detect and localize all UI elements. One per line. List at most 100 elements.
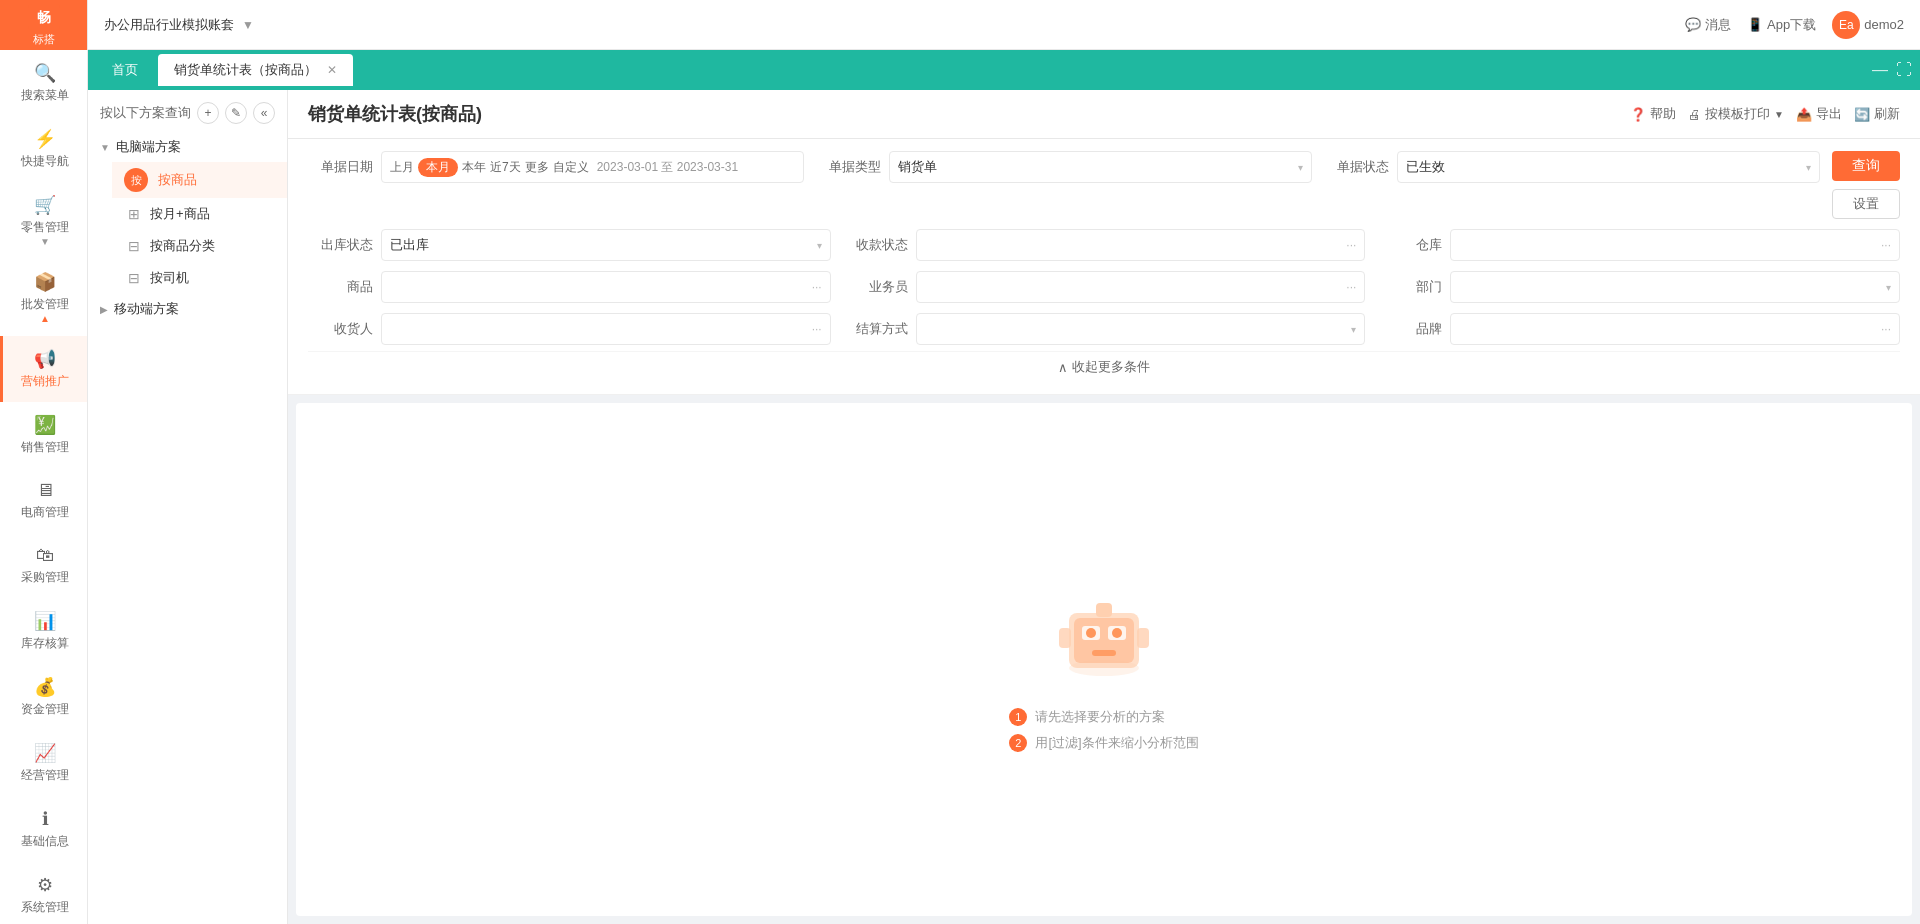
department-control[interactable]: ▾: [1450, 271, 1900, 303]
sidebar-item-system[interactable]: ⚙ 系统管理: [0, 862, 87, 924]
warehouse-control[interactable]: ···: [1450, 229, 1900, 261]
minimize-icon[interactable]: —: [1872, 61, 1888, 79]
sidebar-item-operations[interactable]: 📈 经营管理: [0, 730, 87, 796]
date-filter-control[interactable]: 上月 本月 本年 近7天 更多 自定义 2023-03-01 至 2023-03…: [381, 151, 804, 183]
system-icon: ⚙: [37, 874, 53, 896]
salesperson-more-icon: ···: [1346, 280, 1356, 294]
export-button[interactable]: 📤 导出: [1796, 105, 1842, 123]
payment-control[interactable]: ▾: [916, 313, 1366, 345]
tree-item-by-product[interactable]: 按 按商品: [112, 162, 287, 198]
out-dropdown-icon: ▾: [817, 240, 822, 251]
add-scheme-button[interactable]: +: [197, 102, 219, 124]
out-status-control[interactable]: 已出库 ▾: [381, 229, 831, 261]
type-filter-control[interactable]: 销货单 ▾: [889, 151, 1312, 183]
type-filter-label: 单据类型: [816, 158, 881, 176]
settings-button[interactable]: 设置: [1832, 189, 1900, 219]
this-year-btn[interactable]: 本年: [462, 159, 486, 176]
fullscreen-icon[interactable]: ⛶: [1896, 61, 1912, 79]
page-title: 销货单统计表(按商品): [308, 102, 482, 138]
type-filter-cell: 单据类型 销货单 ▾: [816, 151, 1312, 183]
product-control[interactable]: ···: [381, 271, 831, 303]
inventory-icon: 📊: [34, 610, 56, 632]
company-name: 办公用品行业模拟账套: [104, 16, 234, 34]
tree-group-mobile[interactable]: ▶ 移动端方案: [88, 294, 287, 324]
sidebar-item-search[interactable]: 🔍 搜索菜单: [0, 50, 87, 116]
sidebar-item-sales[interactable]: 💹 销售管理: [0, 402, 87, 468]
print-icon: 🖨: [1688, 107, 1701, 122]
main-content: 办公用品行业模拟账套 ▼ 💬 消息 📱 App下载 Ea demo2 首页 销货…: [88, 0, 1920, 924]
user-profile[interactable]: Ea demo2: [1832, 11, 1904, 39]
brand-more-icon: ···: [1881, 322, 1891, 336]
query-button[interactable]: 查询: [1832, 151, 1900, 181]
refresh-button[interactable]: 🔄 刷新: [1854, 105, 1900, 123]
tree-item-by-category[interactable]: ⊟ 按商品分类: [112, 230, 287, 262]
help-button[interactable]: ❓ 帮助: [1630, 105, 1676, 123]
main-right-panel: 销货单统计表(按商品) ❓ 帮助 🖨 按模板打印 ▼ 📤 导出: [288, 90, 1920, 924]
svg-text:畅: 畅: [37, 9, 51, 25]
tree-group-label: 电脑端方案: [116, 138, 181, 156]
topnav-left: 办公用品行业模拟账套 ▼: [104, 16, 254, 34]
brand-cell: 品牌 ···: [1377, 313, 1900, 345]
payment-dropdown-icon: ▾: [1351, 324, 1356, 335]
brand-control[interactable]: ···: [1450, 313, 1900, 345]
type-dropdown-icon: ▾: [1298, 162, 1303, 173]
status-filter-control[interactable]: 已生效 ▾: [1397, 151, 1820, 183]
chevron-up-icon: ▲: [40, 313, 50, 324]
empty-illustration: [1044, 568, 1164, 688]
tip-num-1: 1: [1009, 708, 1027, 726]
app-download-icon: 📱: [1747, 17, 1763, 32]
tree-item-label: 按商品分类: [150, 237, 215, 255]
svg-rect-4: [1074, 618, 1134, 663]
svg-rect-11: [1059, 628, 1071, 648]
app-logo[interactable]: 畅 标搭: [0, 0, 87, 50]
print-button[interactable]: 🖨 按模板打印 ▼: [1688, 105, 1784, 123]
date-filter-cell: 单据日期 上月 本月 本年 近7天 更多 自定义 2023-03-01 至 20…: [308, 151, 804, 183]
more-date-btn[interactable]: 更多: [525, 159, 549, 176]
tab-home[interactable]: 首页: [96, 54, 154, 86]
retail-icon: 🛒: [34, 194, 56, 216]
svg-rect-12: [1137, 628, 1149, 648]
page-actions: ❓ 帮助 🖨 按模板打印 ▼ 📤 导出 🔄 刷新: [1630, 105, 1900, 135]
left-panel-title: 按以下方案查询: [100, 104, 191, 122]
sidebar-item-finance[interactable]: 💰 资金管理: [0, 664, 87, 730]
empty-tip-2: 2 用[过滤]条件来缩小分析范围: [1009, 734, 1198, 752]
tree-group-label: 移动端方案: [114, 300, 179, 318]
help-icon: ❓: [1630, 107, 1646, 122]
warehouse-more-icon: ···: [1881, 238, 1891, 252]
sidebar-item-ecommerce[interactable]: 🖥 电商管理: [0, 468, 87, 533]
tip-num-2: 2: [1009, 734, 1027, 752]
app-download-action[interactable]: 📱 App下载: [1747, 16, 1816, 34]
salesperson-control[interactable]: ···: [916, 271, 1366, 303]
receiver-more-icon: ···: [812, 322, 822, 336]
logo-icon: 畅: [28, 4, 60, 30]
tree-item-by-month-product[interactable]: ⊞ 按月+商品: [112, 198, 287, 230]
sidebar-item-inventory[interactable]: 📊 库存核算: [0, 598, 87, 664]
ecommerce-icon: 🖥: [36, 480, 54, 501]
sidebar-item-quick-nav[interactable]: ⚡ 快捷导航: [0, 116, 87, 182]
sidebar-item-retail[interactable]: 🛒 零售管理 ▼: [0, 182, 87, 259]
collapse-more-button[interactable]: ∧ 收起更多条件: [308, 351, 1900, 382]
out-status-cell: 出库状态 已出库 ▾: [308, 229, 831, 261]
tree-pc-children: 按 按商品 ⊞ 按月+商品 ⊟ 按商品分类 ⊟ 按司机: [88, 162, 287, 294]
this-month-btn[interactable]: 本月: [418, 158, 458, 177]
last-7days-btn[interactable]: 近7天: [490, 159, 521, 176]
custom-date-btn[interactable]: 自定义: [553, 159, 589, 176]
receiver-control[interactable]: ···: [381, 313, 831, 345]
sidebar-item-wholesale[interactable]: 📦 批发管理 ▲: [0, 259, 87, 336]
sidebar-item-marketing[interactable]: 📢 营销推广: [0, 336, 87, 402]
message-action[interactable]: 💬 消息: [1685, 16, 1731, 34]
tree-group-pc[interactable]: ▼ 电脑端方案: [88, 132, 287, 162]
tree-item-by-driver[interactable]: ⊟ 按司机: [112, 262, 287, 294]
edit-scheme-button[interactable]: ✎: [225, 102, 247, 124]
collapse-panel-button[interactable]: «: [253, 102, 275, 124]
close-tab-icon[interactable]: ✕: [327, 63, 337, 77]
sidebar-item-basic[interactable]: ℹ 基础信息: [0, 796, 87, 862]
collect-status-cell: 收款状态 ···: [843, 229, 1366, 261]
sidebar-item-purchase[interactable]: 🛍 采购管理: [0, 533, 87, 598]
collect-status-control[interactable]: ···: [916, 229, 1366, 261]
nav-dropdown-arrow[interactable]: ▼: [242, 18, 254, 32]
last-month-btn[interactable]: 上月: [390, 159, 414, 176]
brand-label: 品牌: [1377, 320, 1442, 338]
tab-sales-stat[interactable]: 销货单统计表（按商品） ✕: [158, 54, 353, 86]
message-icon: 💬: [1685, 17, 1701, 32]
